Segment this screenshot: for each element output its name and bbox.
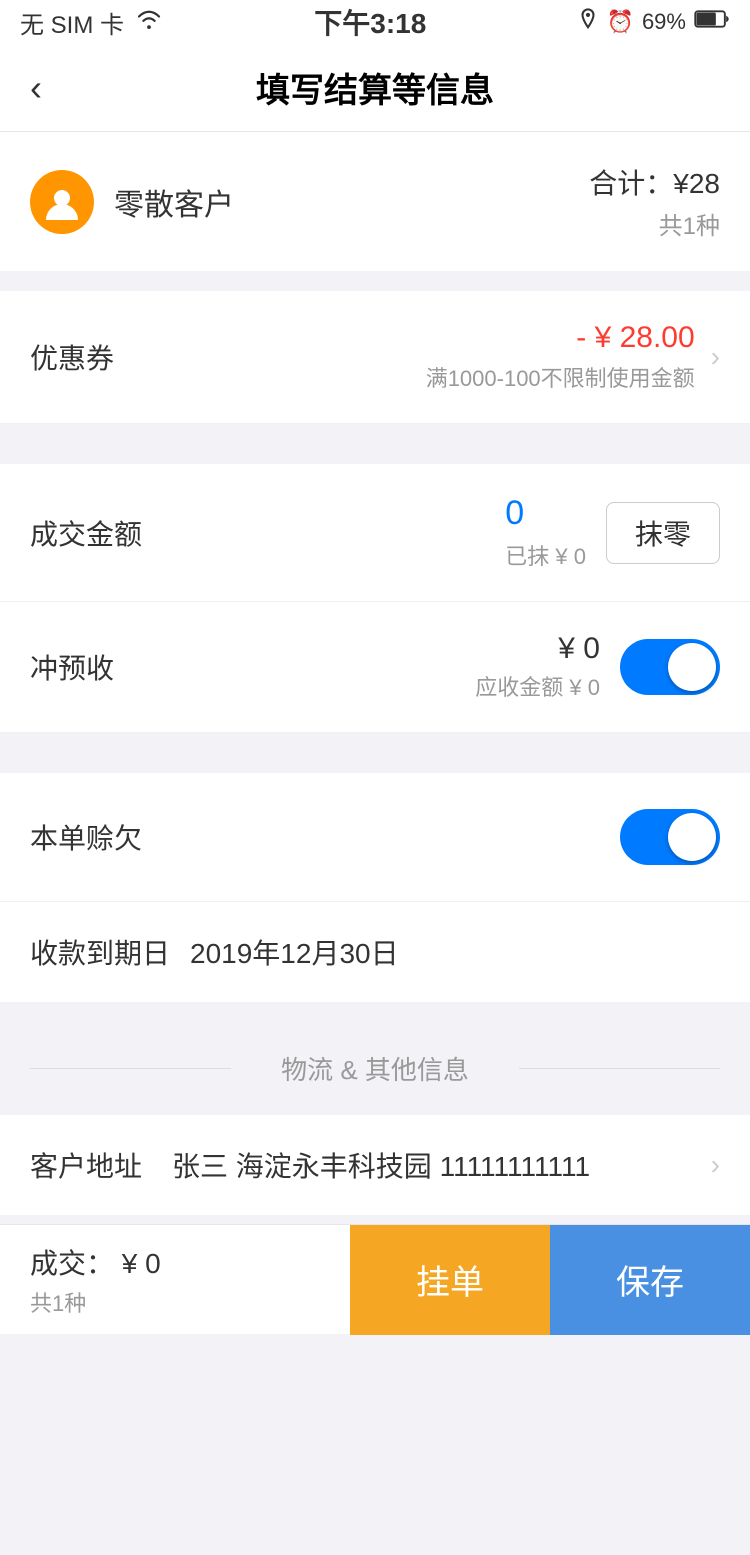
hang-label: 挂单 <box>416 1255 484 1304</box>
status-right: ⏰ 69% <box>577 8 730 36</box>
section-divider-1 <box>0 444 750 464</box>
bottom-deal-amount: ¥ 0 <box>122 1248 161 1279</box>
hang-button[interactable]: 挂单 <box>350 1225 550 1335</box>
debt-label: 本单赊欠 <box>30 817 142 857</box>
customer-total: 合计：¥28 <box>589 162 720 202</box>
debt-toggle-knob <box>668 813 716 861</box>
coupon-discount: - ¥ 28.00 <box>426 321 695 355</box>
address-value: 张三 海淀永丰科技园 11111111111 <box>172 1145 711 1185</box>
transaction-row: 成交金额 0 已抹 ¥ 0 抹零 <box>0 464 750 602</box>
pre-collect-row: 冲预收 ¥ 0 应收金额 ¥ 0 <box>0 602 750 733</box>
debt-row: 本单赊欠 <box>0 773 750 901</box>
status-left: 无 SIM 卡 <box>20 5 164 40</box>
save-button[interactable]: 保存 <box>550 1225 750 1335</box>
pre-collect-toggle[interactable] <box>620 639 720 695</box>
customer-section: 零散客户 合计：¥28 共1种 <box>0 132 750 271</box>
customer-left: 零散客户 <box>30 170 234 234</box>
transaction-sub: 已抹 ¥ 0 <box>505 539 586 571</box>
due-date-value: 2019年12月30日 <box>190 932 399 972</box>
pre-collect-label: 冲预收 <box>30 647 114 687</box>
status-bar: 无 SIM 卡 下午3:18 ⏰ 69% <box>0 0 750 44</box>
page-title: 填写结算等信息 <box>256 63 494 112</box>
transaction-right: 0 已抹 ¥ 0 抹零 <box>505 494 720 571</box>
coupon-section: 优惠券 - ¥ 28.00 满1000-100不限制使用金额 › <box>0 291 750 424</box>
address-label: 客户地址 <box>30 1145 142 1185</box>
address-chevron-icon: › <box>711 1149 720 1181</box>
transaction-value[interactable]: 0 <box>505 494 586 533</box>
round-button[interactable]: 抹零 <box>606 502 720 564</box>
bottom-deal-label: 成交： <box>30 1248 114 1279</box>
nav-bar: ‹ 填写结算等信息 <box>0 44 750 132</box>
battery-text: 69% <box>642 9 686 35</box>
logistics-divider: 物流 & 其他信息 <box>0 1022 750 1115</box>
pre-collect-values: ¥ 0 应收金额 ¥ 0 <box>475 632 600 702</box>
customer-name: 零散客户 <box>114 180 234 224</box>
no-sim-text: 无 SIM 卡 <box>20 5 124 40</box>
bottom-deal-line: 成交： ¥ 0 <box>30 1242 320 1282</box>
coupon-row[interactable]: 优惠券 - ¥ 28.00 满1000-100不限制使用金额 › <box>0 291 750 424</box>
bottom-info: 成交： ¥ 0 共1种 <box>0 1242 350 1318</box>
battery-icon <box>694 9 730 35</box>
wifi-icon <box>134 8 164 36</box>
location-icon <box>577 8 599 36</box>
due-date-row: 收款到期日 2019年12月30日 <box>0 901 750 1002</box>
customer-count: 共1种 <box>589 206 720 241</box>
toggle-knob <box>668 643 716 691</box>
section-divider-2 <box>0 753 750 773</box>
debt-toggle[interactable] <box>620 809 720 865</box>
coupon-right: - ¥ 28.00 满1000-100不限制使用金额 › <box>426 321 720 393</box>
pre-collect-main: ¥ 0 <box>475 632 600 666</box>
bottom-count: 共1种 <box>30 1286 320 1318</box>
customer-row: 零散客户 合计：¥28 共1种 <box>0 132 750 271</box>
save-label: 保存 <box>616 1255 684 1304</box>
address-row[interactable]: 客户地址 张三 海淀永丰科技园 11111111111 › <box>0 1115 750 1215</box>
bottom-bar: 成交： ¥ 0 共1种 挂单 保存 <box>0 1224 750 1334</box>
alarm-icon: ⏰ <box>607 9 634 35</box>
customer-right: 合计：¥28 共1种 <box>589 162 720 241</box>
due-date-label: 收款到期日 <box>30 932 170 972</box>
pre-collect-sub: 应收金额 ¥ 0 <box>475 670 600 702</box>
status-time: 下午3:18 <box>314 2 426 42</box>
transaction-label: 成交金额 <box>30 513 142 553</box>
back-button[interactable]: ‹ <box>30 67 42 109</box>
address-section: 客户地址 张三 海淀永丰科技园 11111111111 › <box>0 1115 750 1215</box>
coupon-sub: 满1000-100不限制使用金额 <box>426 361 695 393</box>
debt-section: 本单赊欠 收款到期日 2019年12月30日 <box>0 773 750 1002</box>
logistics-label: 物流 & 其他信息 <box>281 1050 469 1087</box>
customer-avatar <box>30 170 94 234</box>
content: 零散客户 合计：¥28 共1种 优惠券 - ¥ 28.00 满1000-100不… <box>0 132 750 1555</box>
chevron-right-icon: › <box>711 341 720 373</box>
coupon-label: 优惠券 <box>30 337 114 377</box>
transaction-section: 成交金额 0 已抹 ¥ 0 抹零 冲预收 ¥ 0 应收金额 ¥ 0 <box>0 464 750 733</box>
